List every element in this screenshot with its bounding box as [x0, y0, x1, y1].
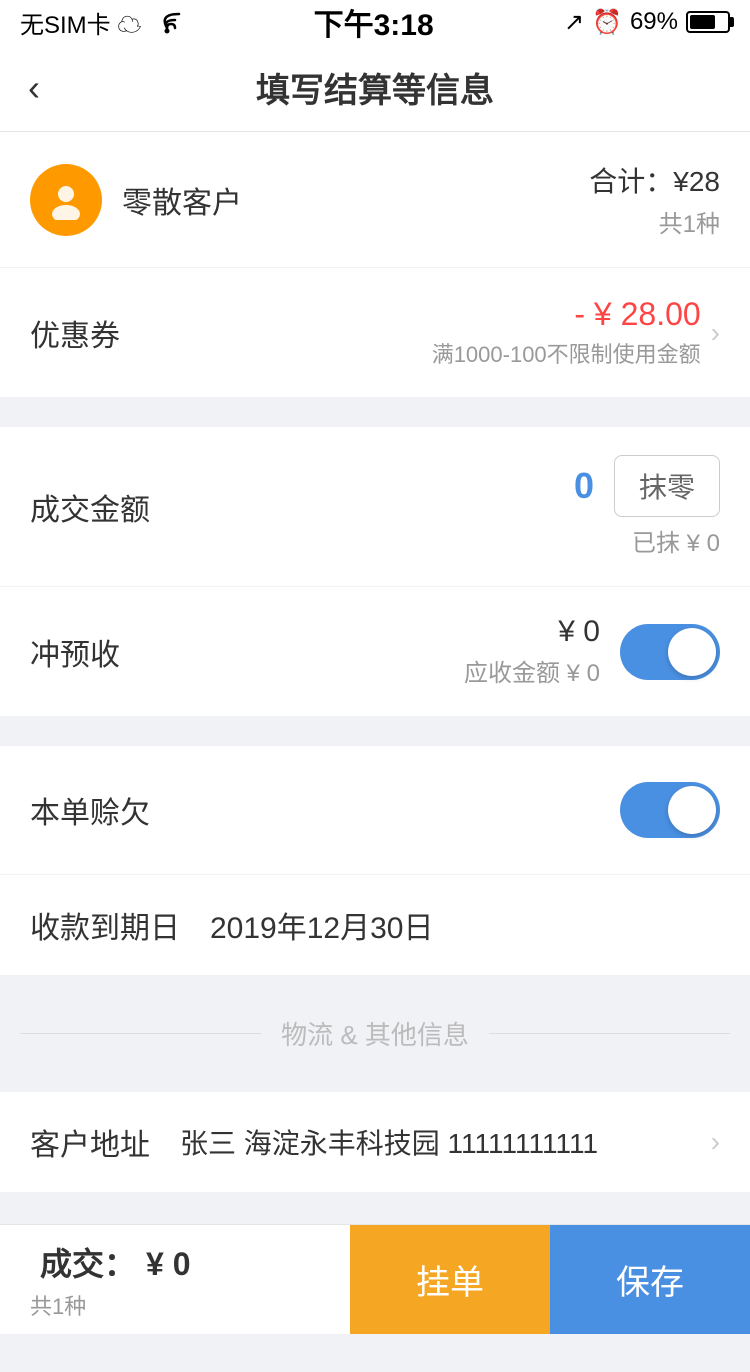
debt-section: 本单赊欠 收款到期日 2019年12月30日 — [0, 746, 750, 975]
due-date-row: 收款到期日 2019年12月30日 — [0, 874, 750, 975]
direction-icon: ↗ — [564, 8, 584, 37]
due-date-label: 收款到期日 — [30, 903, 180, 947]
coupon-right: - ¥ 28.00 满1000-100不限制使用金额 › — [432, 296, 720, 369]
prepayment-amount-wrap: ¥ 0 应收金额 ¥ 0 — [464, 615, 600, 688]
coupon-row[interactable]: 优惠券 - ¥ 28.00 满1000-100不限制使用金额 › — [0, 267, 750, 397]
divider-text: 物流 & 其他信息 — [281, 1015, 469, 1052]
customer-right: 合计：¥28 共1种 — [589, 160, 720, 239]
hold-button[interactable]: 挂单 — [350, 1225, 550, 1334]
divider-line-right — [489, 1033, 730, 1034]
chevron-right-icon: › — [711, 317, 720, 349]
toggle-thumb — [668, 628, 716, 676]
address-row[interactable]: 客户地址 张三 海淀永丰科技园 11111111111 › — [0, 1092, 750, 1192]
save-button[interactable]: 保存 — [550, 1225, 750, 1334]
debt-toggle-thumb — [668, 786, 716, 834]
amount-row: 成交金额 0 抹零 已抹 ¥ 0 — [0, 427, 750, 586]
no-sim-text: 无SIM卡 ☁ — [20, 5, 141, 40]
status-bar: 无SIM卡 ☁ 下午3:18 ↗ ⏰ 69% — [0, 0, 750, 44]
address-label: 客户地址 — [30, 1120, 150, 1164]
gap-4 — [0, 1072, 750, 1092]
footer-deal: 成交： ¥ 0 — [30, 1239, 320, 1285]
prepayment-right: ¥ 0 应收金额 ¥ 0 — [464, 615, 720, 688]
footer: 成交： ¥ 0 共1种 挂单 保存 — [0, 1224, 750, 1334]
address-value: 张三 海淀永丰科技园 11111111111 — [180, 1122, 711, 1162]
address-chevron-icon: › — [711, 1126, 720, 1158]
wifi-icon — [151, 10, 183, 34]
nav-bar: ‹ 填写结算等信息 — [0, 44, 750, 132]
total-amount: 合计：¥28 — [589, 160, 720, 200]
footer-deal-label: 成交： — [40, 1246, 136, 1282]
gap-3 — [0, 975, 750, 995]
status-left: 无SIM卡 ☁ — [20, 5, 183, 40]
battery-icon — [686, 11, 730, 33]
customer-row: 零散客户 合计：¥28 共1种 — [0, 132, 750, 267]
gap-1 — [0, 397, 750, 427]
customer-avatar — [30, 164, 102, 236]
coupon-info: - ¥ 28.00 满1000-100不限制使用金额 — [432, 296, 701, 369]
battery-percent: 69% — [630, 8, 678, 36]
page-title: 填写结算等信息 — [256, 63, 494, 112]
status-time: 下午3:18 — [314, 0, 434, 44]
hold-button-label: 挂单 — [416, 1255, 484, 1304]
debt-toggle[interactable] — [620, 782, 720, 838]
prepayment-amount: ¥ 0 — [464, 615, 600, 649]
coupon-label: 优惠券 — [30, 311, 120, 355]
erase-button[interactable]: 抹零 — [614, 455, 720, 517]
prepayment-sub: 应收金额 ¥ 0 — [464, 653, 600, 688]
customer-section: 零散客户 合计：¥28 共1种 优惠券 - ¥ 28.00 满1000-100不… — [0, 132, 750, 397]
coupon-desc: 满1000-100不限制使用金额 — [432, 337, 701, 369]
amount-right: 0 抹零 已抹 ¥ 0 — [574, 455, 720, 558]
footer-info: 成交： ¥ 0 共1种 — [0, 1225, 350, 1334]
save-button-label: 保存 — [616, 1255, 684, 1304]
due-date-value: 2019年12月30日 — [210, 903, 433, 947]
divider-section: 物流 & 其他信息 — [0, 995, 750, 1072]
debt-label: 本单赊欠 — [30, 788, 150, 832]
amount-sub: 已抹 ¥ 0 — [574, 523, 720, 558]
coupon-amount: - ¥ 28.00 — [432, 296, 701, 333]
prepayment-row: 冲预收 ¥ 0 应收金额 ¥ 0 — [0, 586, 750, 716]
alarm-icon: ⏰ — [592, 8, 622, 37]
prepayment-toggle[interactable] — [620, 624, 720, 680]
gap-2 — [0, 716, 750, 746]
address-section: 客户地址 张三 海淀永丰科技园 11111111111 › — [0, 1092, 750, 1192]
customer-left: 零散客户 — [30, 164, 242, 236]
transaction-section: 成交金额 0 抹零 已抹 ¥ 0 冲预收 ¥ 0 应收金额 ¥ 0 — [0, 427, 750, 716]
status-right: ↗ ⏰ 69% — [564, 8, 730, 37]
prepayment-label: 冲预收 — [30, 630, 120, 674]
divider-line-left — [20, 1033, 261, 1034]
amount-value: 0 — [574, 465, 594, 507]
total-count: 共1种 — [589, 204, 720, 239]
debt-row: 本单赊欠 — [0, 746, 750, 874]
footer-deal-amount: ¥ 0 — [146, 1246, 190, 1282]
back-button[interactable]: ‹ — [28, 67, 40, 109]
footer-count: 共1种 — [30, 1289, 320, 1321]
customer-name: 零散客户 — [122, 178, 242, 222]
amount-label: 成交金额 — [30, 485, 150, 529]
